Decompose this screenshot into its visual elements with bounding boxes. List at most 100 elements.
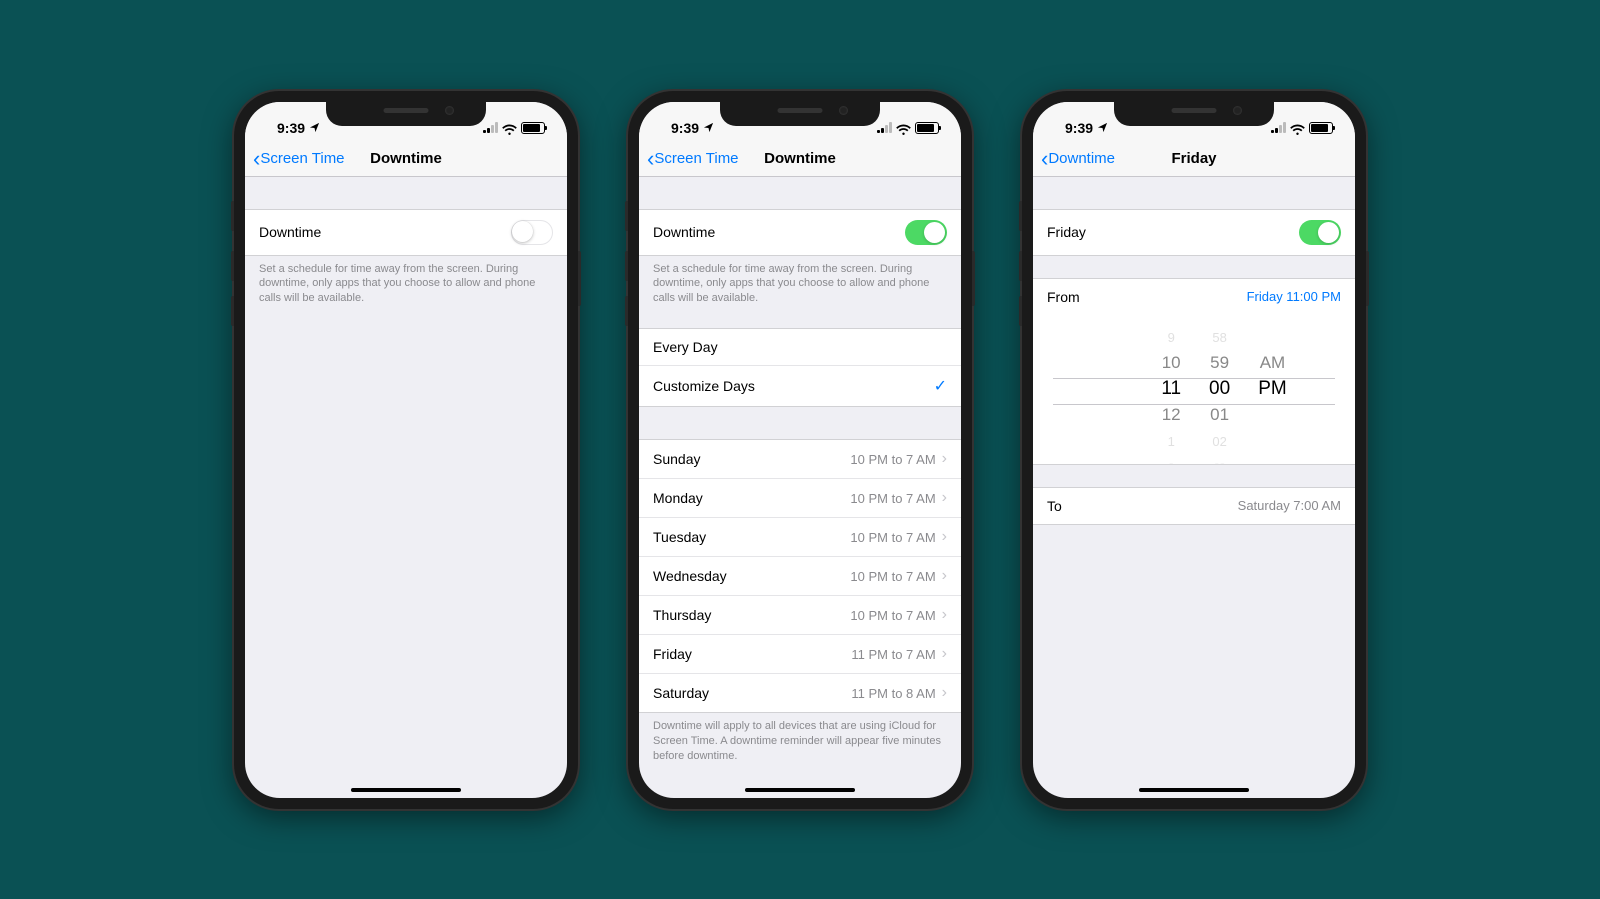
phone-screen-1: 9:39 ‹ Screen Time Downtime: [245, 102, 567, 798]
every-day-row[interactable]: Every Day: [639, 328, 961, 366]
picker-option[interactable]: 9: [1168, 326, 1175, 348]
picker-option[interactable]: 8: [1168, 315, 1174, 323]
to-label: To: [1047, 498, 1062, 514]
chevron-left-icon: ‹: [647, 148, 654, 170]
picker-option[interactable]: AM: [1260, 352, 1286, 374]
day-name: Saturday: [653, 685, 709, 701]
picker-hours-column[interactable]: 8910111212: [1161, 315, 1181, 465]
downtime-footer-text: Set a schedule for time away from the sc…: [245, 256, 567, 307]
notch: [1114, 102, 1274, 126]
toggle-label: Friday: [1047, 224, 1086, 240]
day-name: Tuesday: [653, 529, 706, 545]
status-time: 9:39: [277, 120, 305, 136]
downtime-toggle[interactable]: [511, 220, 553, 245]
nav-bar: ‹ Screen Time Downtime: [639, 142, 961, 177]
schedule-mode-group: Every Day Customize Days ✓: [639, 328, 961, 407]
picker-option[interactable]: PM: [1258, 378, 1287, 400]
picker-option[interactable]: 58: [1212, 326, 1226, 348]
day-toggle[interactable]: [1299, 220, 1341, 245]
status-time: 9:39: [1065, 120, 1093, 136]
from-row[interactable]: From Friday 11:00 PM: [1033, 278, 1355, 315]
location-icon: [703, 120, 714, 136]
day-row-friday[interactable]: Friday 11 PM to 7 AM›: [639, 635, 961, 674]
content-area: Downtime Set a schedule for time away fr…: [245, 177, 567, 307]
day-name: Sunday: [653, 451, 700, 467]
cell-signal-icon: [877, 122, 892, 133]
day-row-wednesday[interactable]: Wednesday 10 PM to 7 AM›: [639, 557, 961, 596]
back-label: Screen Time: [654, 150, 738, 167]
back-button[interactable]: ‹ Screen Time: [253, 148, 345, 170]
checkmark-icon: ✓: [934, 376, 947, 396]
chevron-right-icon: ›: [942, 645, 947, 663]
status-time: 9:39: [671, 120, 699, 136]
notch: [326, 102, 486, 126]
cell-signal-icon: [1271, 122, 1286, 133]
day-name: Friday: [653, 646, 692, 662]
picker-option[interactable]: 03: [1214, 456, 1225, 465]
chevron-right-icon: ›: [942, 489, 947, 507]
phone-frame-2: 9:39 ‹ Screen Time Downtime: [628, 91, 972, 809]
toggle-label: Downtime: [653, 224, 715, 240]
picker-minutes-column[interactable]: 57 58 59 00 01 02 03: [1209, 315, 1230, 465]
day-name: Wednesday: [653, 568, 727, 584]
day-detail: 10 PM to 7 AM›: [850, 606, 947, 624]
picker-option[interactable]: 10: [1162, 352, 1181, 374]
day-row-saturday[interactable]: Saturday 11 PM to 8 AM›: [639, 674, 961, 713]
day-name: Thursday: [653, 607, 711, 623]
downtime-toggle-row: Downtime: [245, 209, 567, 256]
home-indicator[interactable]: [745, 788, 855, 792]
back-label: Downtime: [1048, 150, 1115, 167]
downtime-toggle-row: Downtime: [639, 209, 961, 256]
cell-signal-icon: [483, 122, 498, 133]
battery-icon: [1309, 122, 1333, 134]
day-detail: 11 PM to 7 AM›: [851, 645, 947, 663]
phone-screen-3: 9:39 ‹ Downtime Friday Fr: [1033, 102, 1355, 798]
picker-option[interactable]: 02: [1212, 430, 1226, 452]
wifi-icon: [1290, 122, 1305, 133]
every-day-label: Every Day: [653, 339, 718, 355]
picker-option[interactable]: 57: [1214, 315, 1225, 323]
location-icon: [1097, 120, 1108, 136]
downtime-toggle[interactable]: [905, 220, 947, 245]
day-row-thursday[interactable]: Thursday 10 PM to 7 AM›: [639, 596, 961, 635]
picker-option[interactable]: 59: [1210, 352, 1229, 374]
wifi-icon: [502, 122, 517, 133]
phone-screen-2: 9:39 ‹ Screen Time Downtime: [639, 102, 961, 798]
notch: [720, 102, 880, 126]
home-indicator[interactable]: [351, 788, 461, 792]
day-detail: 11 PM to 8 AM›: [851, 684, 947, 702]
day-row-monday[interactable]: Monday10 PM to 7 AM›: [639, 479, 961, 518]
picker-option[interactable]: 1: [1168, 430, 1175, 452]
back-label: Screen Time: [260, 150, 344, 167]
day-row-tuesday[interactable]: Tuesday 10 PM to 7 AM›: [639, 518, 961, 557]
nav-bar: ‹ Downtime Friday: [1033, 142, 1355, 177]
picker-option[interactable]: 2: [1168, 456, 1174, 465]
wifi-icon: [896, 122, 911, 133]
day-row-sunday[interactable]: Sunday 10 PM to 7 AM›: [639, 439, 961, 479]
picker-option[interactable]: 01: [1210, 404, 1229, 426]
customize-days-row[interactable]: Customize Days ✓: [639, 366, 961, 407]
back-button[interactable]: ‹ Downtime: [1041, 148, 1115, 170]
back-button[interactable]: ‹ Screen Time: [647, 148, 739, 170]
picker-option[interactable]: 00: [1209, 378, 1230, 400]
picker-ampm-column[interactable]: AM PM: [1258, 315, 1287, 465]
chevron-left-icon: ‹: [253, 148, 260, 170]
picker-option[interactable]: 12: [1162, 404, 1181, 426]
home-indicator[interactable]: [1139, 788, 1249, 792]
battery-icon: [521, 122, 545, 134]
to-value: Saturday 7:00 AM: [1238, 498, 1341, 513]
content-area: Downtime Set a schedule for time away fr…: [639, 177, 961, 764]
icloud-footer-text: Downtime will apply to all devices that …: [639, 713, 961, 764]
battery-icon: [915, 122, 939, 134]
day-toggle-row: Friday: [1033, 209, 1355, 256]
time-picker[interactable]: 8910111212 57585900010203 AMPM: [1033, 315, 1355, 465]
to-row[interactable]: To Saturday 7:00 AM: [1033, 487, 1355, 525]
day-detail: 10 PM to 7 AM›: [850, 450, 947, 468]
day-detail: 10 PM to 7 AM›: [850, 567, 947, 585]
nav-bar: ‹ Screen Time Downtime: [245, 142, 567, 177]
picker-option[interactable]: 11: [1161, 378, 1181, 400]
chevron-left-icon: ‹: [1041, 148, 1048, 170]
day-detail: 10 PM to 7 AM›: [850, 528, 947, 546]
chevron-right-icon: ›: [942, 450, 947, 468]
from-value: Friday 11:00 PM: [1247, 289, 1341, 304]
